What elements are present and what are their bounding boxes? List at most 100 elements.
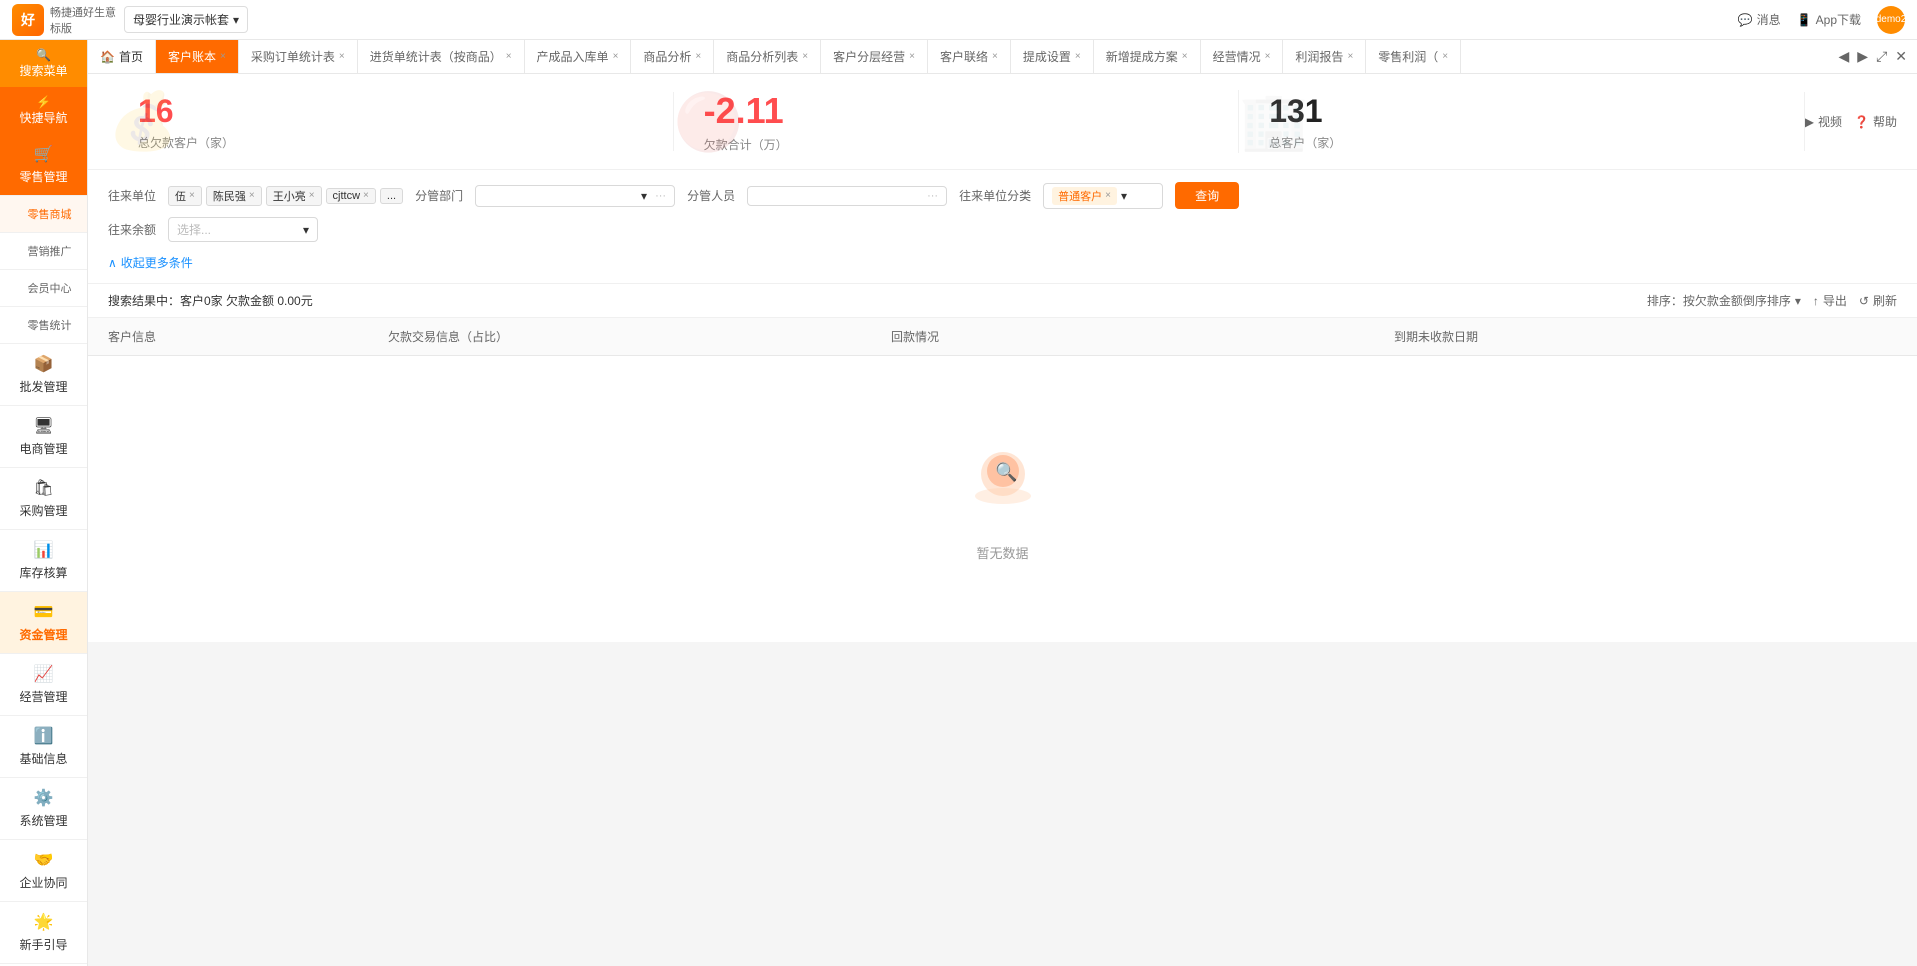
tab-promo-settings[interactable]: 提成设置 × [1011,40,1094,73]
tab-customer-contact[interactable]: 客户联络 × [928,40,1011,73]
dept-chevron-icon: ▾ [641,189,647,203]
sort-select[interactable]: 排序：按欠款金额倒序排序 ▾ [1647,292,1801,309]
sidebar-item-enterprise[interactable]: 🤝 企业协同 [0,840,87,902]
person-select[interactable]: ··· [747,186,947,206]
tab-operations[interactable]: 经营情况 × [1201,40,1284,73]
sidebar-item-newbie[interactable]: 🌟 新手引导 [0,902,87,964]
tab-home[interactable]: 🏠 首页 [88,40,156,73]
nav-icon: ⚡ [8,95,79,109]
dept-select[interactable]: ▾ ··· [475,185,675,207]
collapse-btn[interactable]: ∧ 收起更多条件 [108,254,1897,271]
message-icon: 💬 [1738,13,1753,27]
filter-tag-3: 王小亮 × [266,186,322,206]
tab-next-btn[interactable]: ▶ [1855,46,1870,67]
tab-prev-btn[interactable]: ◀ [1837,46,1852,67]
tab-promo-settings-close[interactable]: × [1075,51,1081,62]
avatar[interactable]: demo2 [1877,6,1905,34]
sidebar-item-wholesale[interactable]: 📦 批发管理 [0,344,87,406]
tab-cost-in-close[interactable]: × [613,51,619,62]
category-select[interactable]: 普通客户 × ▾ [1043,183,1163,209]
tab-purchase-stats[interactable]: 进货单统计表（按商品） × [358,40,525,73]
sidebar-item-purchase[interactable]: 🛍 采购管理 [0,468,87,530]
page-content: 💰 16 总欠款客户（家） 🔴 -2.11 欠款合计（万） 🏢 131 总客户（… [88,74,1917,966]
tab-goods-analysis[interactable]: 商品分析 × [631,40,714,73]
tab-profit-report[interactable]: 利润报告 × [1283,40,1366,73]
tab-retail-profit[interactable]: 零售利润（ × [1366,40,1461,73]
sidebar-item-retail[interactable]: 🛒 零售管理 [0,134,87,196]
tab-cost-in[interactable]: 产成品入库单 × [525,40,632,73]
app-download-btn[interactable]: 📱 App下载 [1797,11,1861,28]
message-btn[interactable]: 💬 消息 [1738,11,1781,28]
query-btn[interactable]: 查询 [1175,182,1239,209]
tab-operations-close[interactable]: × [1265,51,1271,62]
sidebar-item-sys[interactable]: ⚙️ 系统管理 [0,778,87,840]
help-btn[interactable]: ❓ 帮助 [1854,113,1897,130]
sidebar-nav[interactable]: ⚡ 快捷导航 [0,87,87,134]
tab-goods-analysis-close[interactable]: × [695,51,701,62]
video-btn[interactable]: ▶ 视频 [1805,113,1842,130]
top-bar: 好 畅捷通好生意 标版 母婴行业演示帐套 ▾ 💬 消息 📱 App下载 demo… [0,0,1917,40]
tab-customer-contact-close[interactable]: × [992,51,998,62]
result-info: 搜索结果中：客户0家 欠款金额 0.00元 [108,292,313,309]
stat-total-customers: 🏢 131 总客户（家） [1239,92,1805,151]
empty-state: 🔍 暂无数据 [88,356,1917,642]
tab-close-all-btn[interactable]: ✕ [1893,46,1909,67]
chevron-down-icon: ▾ [233,13,239,27]
filter-row-2: 往来余额 选择... ▾ [108,217,1897,242]
balance-select[interactable]: 选择... ▾ [168,217,318,242]
unit-label: 往来单位 [108,187,156,204]
svg-text:🔍: 🔍 [995,460,1017,482]
sidebar-item-membership[interactable]: 会员中心 [0,270,87,307]
video-icon: ▶ [1805,115,1814,129]
sidebar-item-marketing[interactable]: 营销推广 [0,233,87,270]
sidebar-item-operations[interactable]: 📈 经营管理 [0,654,87,716]
filter-area: 往来单位 伍 × 陈民强 × 王小亮 × [88,170,1917,284]
stat-credit-amount: 🔴 -2.11 欠款合计（万） [674,90,1240,153]
category-tag: 普通客户 × [1052,187,1117,205]
tab-accounts-close[interactable]: × [220,51,226,62]
tag-4-remove[interactable]: × [363,190,369,201]
sidebar-item-finance[interactable]: 💳 资金管理 [0,592,87,654]
tag-2-remove[interactable]: × [249,190,255,201]
balance-chevron-icon: ▾ [303,223,309,237]
tab-actions: ◀ ▶ ⤢ ✕ [1829,46,1917,67]
search-icon: 🔍 [8,48,79,62]
result-bar: 搜索结果中：客户0家 欠款金额 0.00元 排序：按欠款金额倒序排序 ▾ ↑ 导… [88,284,1917,318]
refresh-btn[interactable]: ↺ 刷新 [1859,292,1897,309]
tab-new-promo[interactable]: 新增提成方案 × [1094,40,1201,73]
tag-3-remove[interactable]: × [309,190,315,201]
top-bar-left: 好 畅捷通好生意 标版 母婴行业演示帐套 ▾ [12,4,248,36]
home-icon: 🏠 [100,50,115,64]
sidebar-item-basic-info[interactable]: ℹ️ 基础信息 [0,716,87,778]
tab-retail-profit-close[interactable]: × [1442,51,1448,62]
sidebar-item-ecommerce[interactable]: 🖥 电商管理 [0,406,87,468]
tag-1-remove[interactable]: × [189,190,195,201]
tab-profit-report-close[interactable]: × [1347,51,1353,62]
tab-customer-mgmt-close[interactable]: × [909,51,915,62]
inventory-icon: 📊 [34,540,54,560]
sidebar-item-retail-mall[interactable]: 零售商城 [0,196,87,233]
tab-purchase-orders[interactable]: 采购订单统计表 × [239,40,358,73]
sidebar-item-inventory[interactable]: 📊 库存核算 [0,530,87,592]
operations-icon: 📈 [34,664,54,684]
export-icon: ↑ [1813,294,1819,308]
account-selector[interactable]: 母婴行业演示帐套 ▾ [124,6,248,33]
export-btn[interactable]: ↑ 导出 [1813,292,1847,309]
tab-goods-list-close[interactable]: × [802,51,808,62]
empty-text: 暂无数据 [976,543,1028,562]
filter-tag-more[interactable]: ... [380,188,403,204]
retail-icon: 🛒 [34,144,54,164]
category-tag-remove[interactable]: × [1105,190,1111,201]
tab-customer-mgmt[interactable]: 客户分层经营 × [821,40,928,73]
tab-goods-list[interactable]: 商品分析列表 × [714,40,821,73]
tab-purchase-stats-close[interactable]: × [506,51,512,62]
finance-icon: 💳 [34,602,54,622]
tab-purchase-orders-close[interactable]: × [339,51,345,62]
tab-expand-btn[interactable]: ⤢ [1874,46,1889,67]
enterprise-icon: 🤝 [34,850,54,870]
sidebar-search[interactable]: 🔍 搜索菜单 [0,40,87,87]
tab-new-promo-close[interactable]: × [1182,51,1188,62]
tab-accounts[interactable]: 客户账本 × [156,40,239,73]
sidebar-item-retail-stats[interactable]: 零售统计 [0,307,87,344]
sidebar: 🔍 搜索菜单 ⚡ 快捷导航 🛒 零售管理 零售商城 营销推广 会员中心 零售统计… [0,40,88,966]
